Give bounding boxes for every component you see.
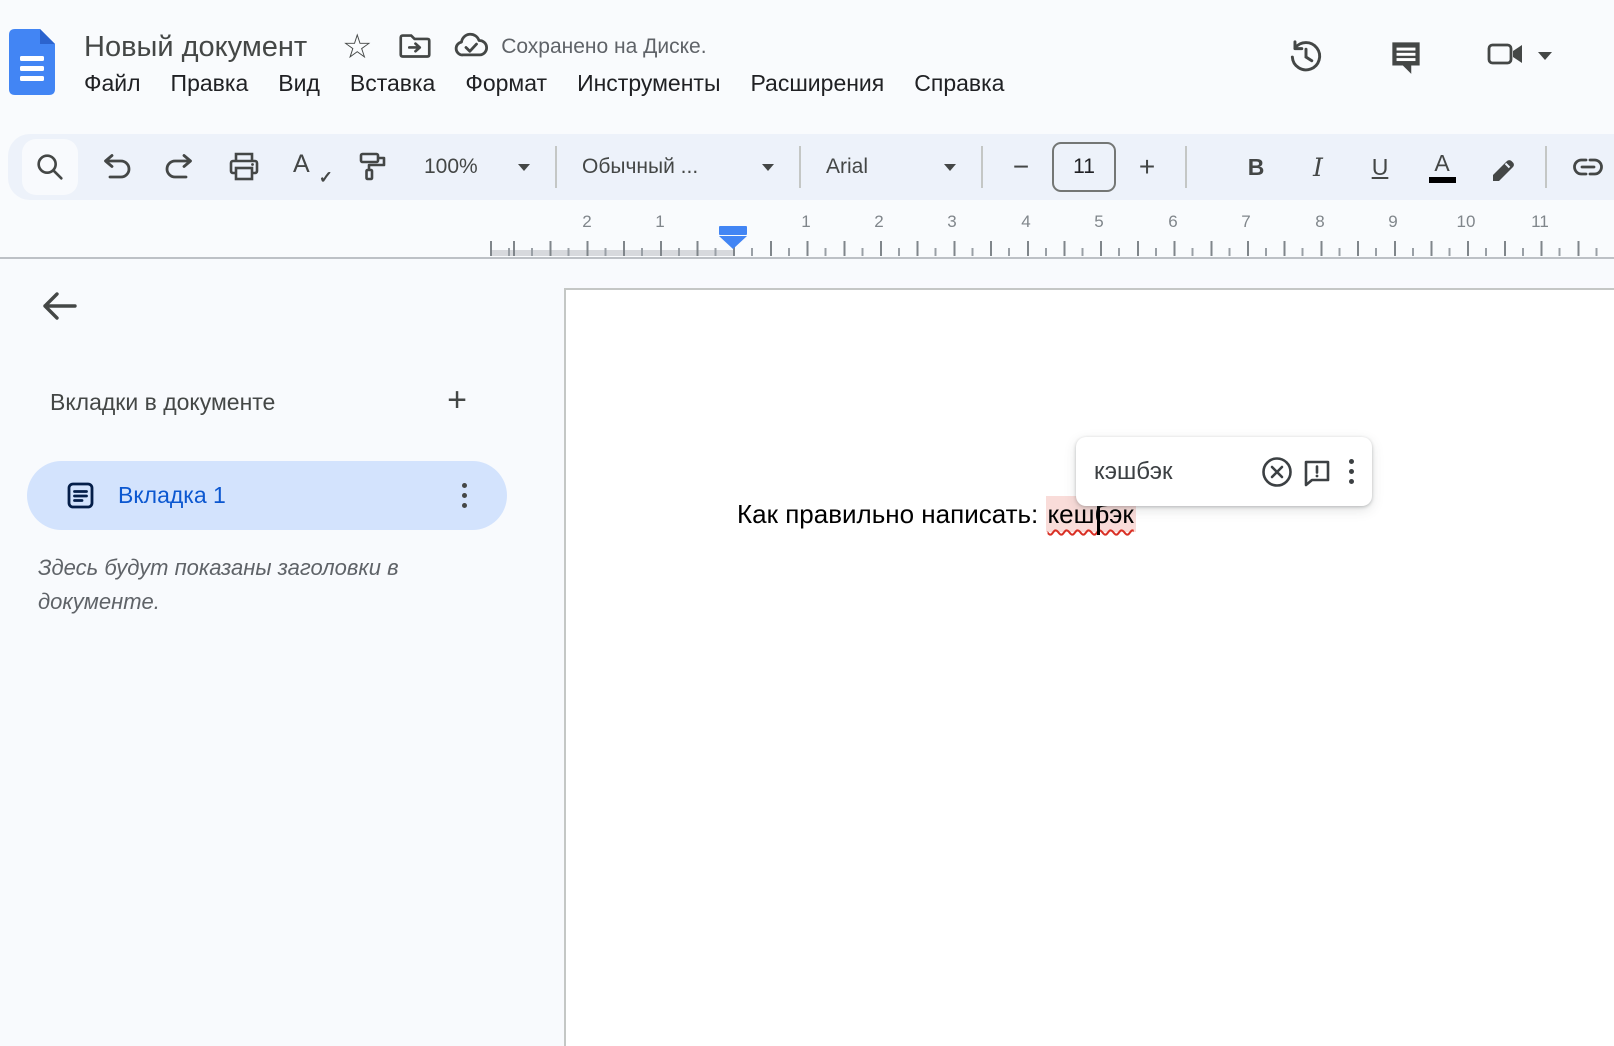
text-color-button[interactable]: A [1416, 141, 1468, 193]
arrow-left-icon [43, 292, 77, 320]
version-history-icon[interactable] [1284, 34, 1328, 78]
chevron-down-icon [1538, 52, 1552, 60]
font-family-value: Arial [826, 155, 869, 178]
move-to-folder-icon[interactable] [395, 27, 435, 67]
document-title[interactable]: Новый документ [84, 31, 307, 64]
menu-extensions[interactable]: Расширения [750, 70, 884, 97]
text-before-word: Как правильно написать: [737, 499, 1046, 529]
highlighter-icon [1493, 159, 1514, 181]
toolbar-separator [1545, 146, 1547, 188]
google-docs-window: Новый документ ☆ Сохранено на Диске. Фай… [0, 0, 1614, 1046]
undo-button[interactable] [90, 141, 142, 193]
paragraph-style-select[interactable]: Обычный ... [572, 155, 784, 179]
first-line-indent-handle[interactable] [719, 226, 747, 235]
chevron-down-icon [944, 163, 956, 171]
ruler-number: 2 [874, 212, 884, 231]
ruler-number: 8 [1315, 212, 1325, 231]
toolbar-separator [799, 146, 801, 188]
menu-edit[interactable]: Правка [171, 70, 249, 97]
star-icon[interactable]: ☆ [337, 27, 377, 67]
ruler-number: 10 [1456, 212, 1476, 231]
increase-font-size-button[interactable]: + [1124, 144, 1170, 190]
spellcheck-button[interactable]: A ✓ [282, 141, 334, 193]
feedback-icon [1304, 460, 1330, 486]
paragraph-style-value: Обычный ... [582, 155, 699, 178]
close-tabs-panel-button[interactable] [36, 283, 82, 329]
insert-link-button[interactable] [1562, 141, 1614, 193]
toolbar-separator [555, 146, 557, 188]
ruler-number: 5 [1094, 212, 1104, 231]
spellcheck-mark: ✓ [318, 168, 333, 187]
highlight-color-button[interactable] [1478, 141, 1530, 193]
underline-button[interactable]: U [1354, 141, 1406, 193]
tabs-panel-title: Вкладки в документе [50, 389, 276, 415]
tab-options-menu-icon[interactable] [462, 483, 467, 508]
ruler-number: 7 [1241, 212, 1251, 231]
toolbar: A ✓ 100% Обычный ... Arial − 11 + B I U … [8, 134, 1614, 200]
comments-icon[interactable] [1384, 34, 1428, 78]
document-tab-icon [65, 480, 96, 511]
header: Новый документ ☆ Сохранено на Диске. Фай… [0, 0, 1614, 128]
font-family-select[interactable]: Arial [816, 155, 966, 179]
bold-button[interactable]: B [1230, 141, 1282, 193]
chevron-down-icon [762, 163, 774, 171]
ruler-number: 1 [655, 212, 665, 231]
ruler-number: 11 [1531, 212, 1549, 231]
search-icon [37, 154, 63, 180]
decrease-font-size-button[interactable]: − [998, 144, 1044, 190]
ruler-number: 1 [801, 212, 811, 231]
indent-marker[interactable] [719, 226, 747, 249]
font-size-input[interactable]: 11 [1052, 142, 1116, 192]
ruler[interactable]: 2 1 1 2 3 4 5 6 7 8 9 10 11 [0, 200, 1614, 259]
ruler-number: 9 [1388, 212, 1398, 231]
spelling-suggestion-popup: кэшбэк [1076, 437, 1372, 506]
header-actions [1284, 34, 1552, 78]
print-button[interactable] [218, 141, 270, 193]
menu-format[interactable]: Формат [465, 70, 547, 97]
search-menus-button[interactable] [22, 139, 78, 195]
suggestion-more-options-icon[interactable] [1349, 459, 1354, 484]
ruler-number: 3 [947, 212, 957, 231]
left-indent-handle[interactable] [719, 236, 747, 249]
dismiss-suggestion-button[interactable] [1257, 452, 1297, 492]
tabs-panel-hint: Здесь будут показаны заголовки в докумен… [38, 555, 399, 614]
spellcheck-letter: A [293, 150, 310, 178]
ruler-number: 4 [1021, 212, 1031, 231]
suggestion-text[interactable]: кэшбэк [1094, 458, 1257, 486]
menu-help[interactable]: Справка [914, 70, 1004, 97]
menu-bar: Файл Правка Вид Вставка Формат Инструмен… [84, 70, 1004, 97]
sidebar-item-tab1[interactable]: Вкладка 1 [27, 461, 507, 530]
menu-tools[interactable]: Инструменты [577, 70, 720, 97]
zoom-select[interactable]: 100% [414, 155, 540, 179]
toolbar-separator [1185, 146, 1187, 188]
paint-format-button[interactable] [346, 141, 398, 193]
text-color-swatch [1428, 176, 1456, 183]
ruler-number: 2 [582, 212, 592, 231]
menu-view[interactable]: Вид [278, 70, 320, 97]
close-circle-icon [1262, 456, 1292, 487]
saved-cloud-icon[interactable] [451, 27, 491, 67]
ruler-ticks [490, 248, 1614, 256]
menu-insert[interactable]: Вставка [350, 70, 436, 97]
saved-status-text[interactable]: Сохранено на Диске. [501, 35, 706, 59]
redo-button[interactable] [154, 141, 206, 193]
join-call-button[interactable] [1484, 36, 1552, 76]
menu-file[interactable]: Файл [84, 70, 141, 97]
main-area: Вкладки в документе + Вкладка 1 Здесь бу… [0, 259, 1614, 1046]
zoom-value: 100% [424, 155, 478, 178]
chevron-down-icon [518, 163, 530, 171]
document-page[interactable]: Как правильно написать: кешбэк кэшбэк [564, 288, 1614, 1046]
report-suggestion-button[interactable] [1297, 452, 1337, 492]
title-row: Новый документ ☆ Сохранено на Диске. [84, 26, 707, 68]
video-camera-icon [1487, 43, 1522, 65]
add-tab-button[interactable]: + [434, 377, 480, 423]
tab-label: Вкладка 1 [118, 482, 226, 508]
document-text-line[interactable]: Как правильно написать: кешбэк [737, 495, 1136, 535]
toolbar-separator [981, 146, 983, 188]
italic-button[interactable]: I [1292, 141, 1344, 193]
docs-logo-icon[interactable] [9, 29, 55, 95]
ruler-number: 6 [1168, 212, 1178, 231]
